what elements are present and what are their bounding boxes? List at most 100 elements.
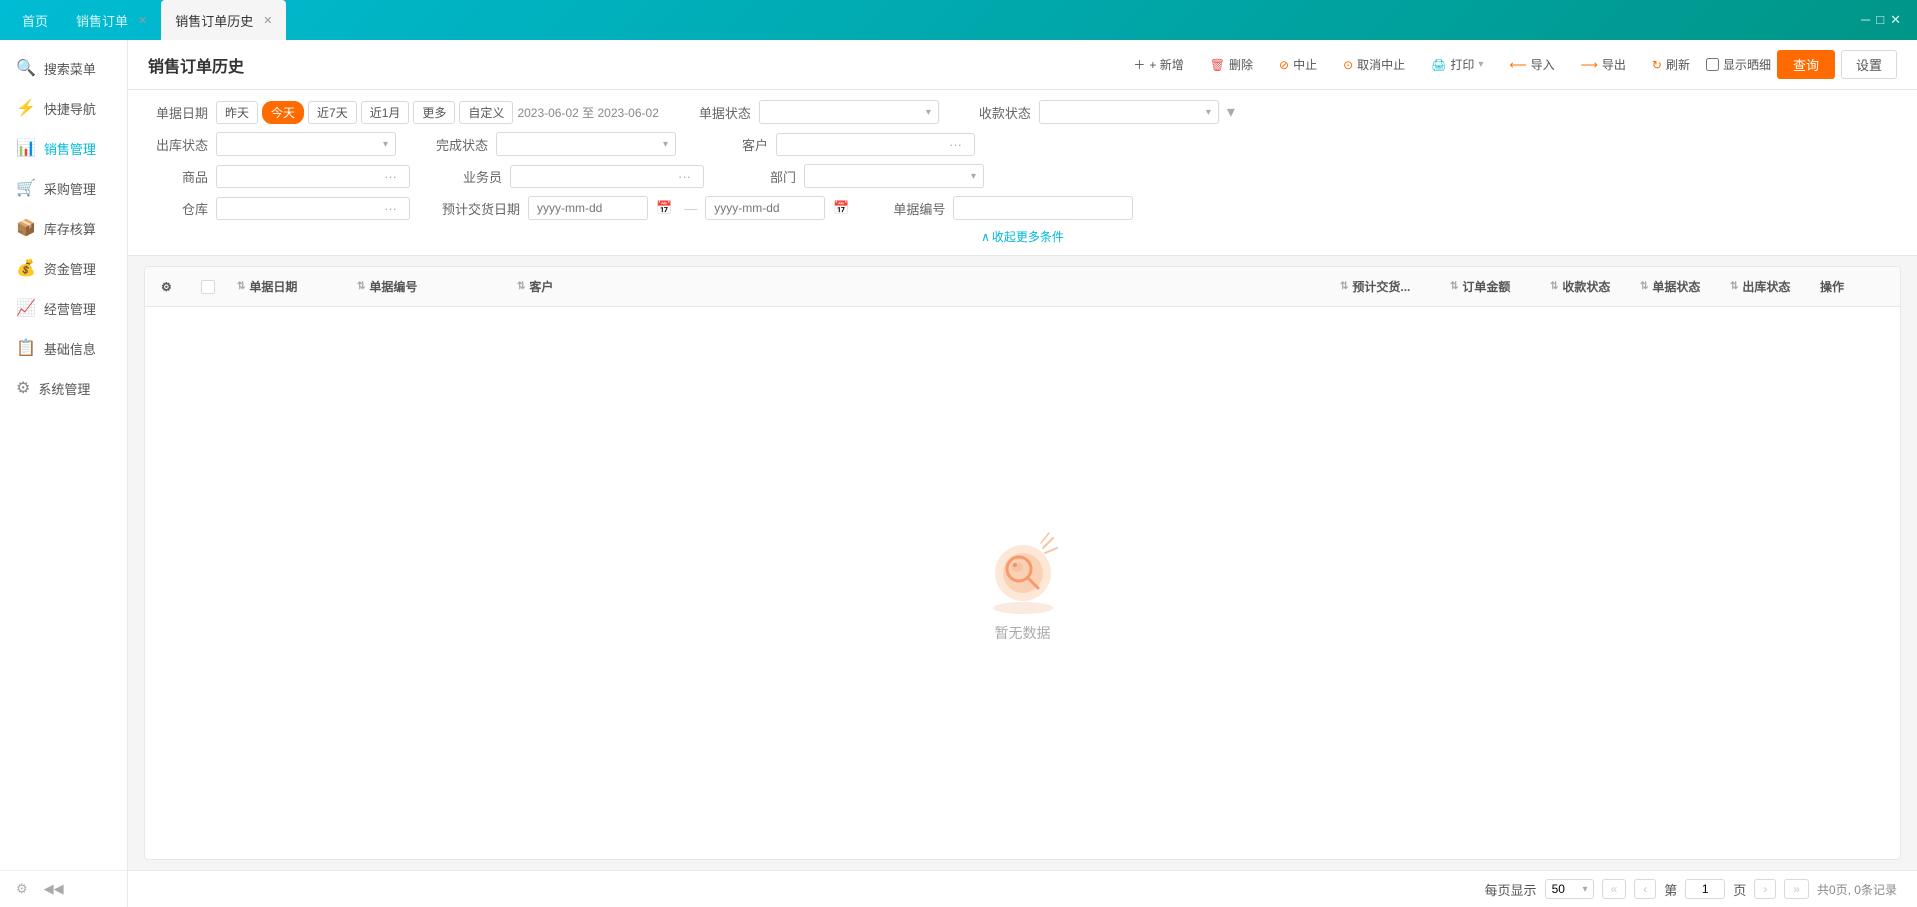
sidebar-item-sales-mgmt-label: 销售管理 — [44, 139, 96, 158]
tab-home[interactable]: 首页 — [8, 0, 62, 40]
goods-input[interactable] — [225, 169, 380, 183]
per-page-select[interactable]: 20 50 100 — [1545, 879, 1594, 899]
date-more-btn[interactable]: 更多 — [413, 101, 455, 124]
import-icon: ⟵ — [1509, 58, 1526, 72]
sales-mgmt-icon: 📊 — [16, 138, 36, 158]
delete-label: 删除 — [1229, 56, 1253, 73]
delivery-date-start[interactable] — [528, 196, 648, 220]
tab-sales-order-close[interactable]: ✕ — [138, 14, 147, 27]
sidebar-item-operations[interactable]: 📈 经营管理 — [0, 288, 127, 328]
salesperson-input[interactable] — [519, 169, 674, 183]
query-button[interactable]: 查询 — [1777, 50, 1835, 79]
sidebar-item-search-menu[interactable]: 🔍 搜索菜单 — [0, 48, 127, 88]
sidebar-item-finance[interactable]: 💰 资金管理 — [0, 248, 127, 288]
warehouse-label: 仓库 — [148, 199, 208, 218]
collapse-btn[interactable]: ∧ 收起更多条件 — [981, 228, 1064, 245]
tab-sales-order-history-close[interactable]: ✕ — [263, 14, 272, 27]
customer-input[interactable] — [785, 137, 945, 151]
th-customer[interactable]: ⇅ 客户 — [509, 278, 1332, 295]
th-outstatus[interactable]: ⇅ 出库状态 — [1722, 278, 1812, 295]
salesperson-ellipsis-btn[interactable]: ··· — [674, 169, 695, 184]
settings-icon[interactable]: ⚙ — [161, 280, 172, 294]
dept-select[interactable] — [804, 164, 984, 188]
complete-status-select[interactable] — [496, 132, 676, 156]
finance-icon: 💰 — [16, 258, 36, 278]
refresh-button[interactable]: ↻ 刷新 — [1642, 52, 1700, 77]
sidebar-item-search-menu-label: 搜索菜单 — [44, 59, 96, 78]
th-settings[interactable]: ⚙ — [153, 280, 193, 294]
start-calendar-icon[interactable]: 📅 — [652, 200, 676, 216]
stop-button[interactable]: ⊘ 中止 — [1269, 52, 1327, 77]
close-button[interactable]: ✕ — [1890, 12, 1901, 28]
sidebar-bottom: ⚙ ◀◀ — [0, 870, 127, 907]
out-status-select[interactable] — [216, 132, 396, 156]
header-checkbox[interactable] — [201, 280, 215, 294]
sidebar-item-inventory[interactable]: 📦 库存核算 — [0, 208, 127, 248]
prev-page-button[interactable]: ‹ — [1634, 879, 1656, 899]
empty-state: 暂无数据 — [145, 307, 1900, 859]
next-page-button[interactable]: › — [1754, 879, 1776, 899]
display-cols-label: 显示晒细 — [1723, 56, 1771, 73]
customer-ellipsis-btn[interactable]: ··· — [945, 137, 966, 152]
doc-no-input[interactable] — [953, 196, 1133, 220]
export-button[interactable]: ⟶ 导出 — [1571, 52, 1636, 77]
stop-label: 中止 — [1293, 56, 1317, 73]
date-custom-btn[interactable]: 自定义 — [459, 101, 513, 124]
doc-status-select[interactable] — [759, 100, 939, 124]
purchase-mgmt-icon: 🛒 — [16, 178, 36, 198]
sidebar-item-quick-nav-label: 快捷导航 — [44, 99, 96, 118]
delete-button[interactable]: 🗑 删除 — [1200, 52, 1263, 77]
th-docno[interactable]: ⇅ 单据编号 — [349, 278, 509, 295]
maximize-button[interactable]: □ — [1876, 12, 1884, 28]
th-delivery[interactable]: ⇅ 预计交货... — [1332, 278, 1442, 295]
minimize-button[interactable]: ─ — [1861, 12, 1870, 28]
setting-button[interactable]: 设置 — [1841, 50, 1897, 79]
date-yesterday-btn[interactable]: 昨天 — [216, 101, 258, 124]
date-1month-btn[interactable]: 近1月 — [361, 101, 410, 124]
delete-icon: 🗑 — [1210, 58, 1225, 72]
date-7days-btn[interactable]: 近7天 — [308, 101, 357, 124]
collapse-row: ∧ 收起更多条件 — [148, 228, 1897, 245]
display-cols-toggle[interactable]: 显示晒细 — [1706, 56, 1771, 73]
warehouse-input[interactable] — [225, 201, 380, 215]
print-button[interactable]: 🖨 打印 ▾ — [1421, 52, 1493, 77]
sidebar-item-system-label: 系统管理 — [38, 379, 90, 398]
complete-status-select-wrapper — [496, 132, 676, 156]
sidebar-collapse-icon[interactable]: ◀◀ — [44, 881, 64, 897]
new-button[interactable]: ＋ + 新增 — [1123, 52, 1193, 77]
th-amount[interactable]: ⇅ 订单金额 — [1442, 278, 1542, 295]
th-date-label: 单据日期 — [249, 278, 297, 295]
th-status[interactable]: ⇅ 单据状态 — [1632, 278, 1722, 295]
complete-status-label: 完成状态 — [428, 135, 488, 154]
payment-status-select[interactable] — [1039, 100, 1219, 124]
sidebar-item-base-info[interactable]: 📋 基础信息 — [0, 328, 127, 368]
sidebar-settings-icon[interactable]: ⚙ — [16, 881, 28, 897]
display-cols-checkbox[interactable] — [1706, 58, 1719, 71]
delivery-date-end[interactable] — [705, 196, 825, 220]
tab-sales-order[interactable]: 销售订单 ✕ — [62, 0, 161, 40]
date-tag: 昨天 今天 近7天 近1月 更多 自定义 2023-06-02 至 2023-0… — [216, 101, 659, 124]
th-date[interactable]: ⇅ 单据日期 — [229, 278, 349, 295]
import-button[interactable]: ⟵ 导入 — [1499, 52, 1564, 77]
page-number-input[interactable] — [1685, 879, 1725, 899]
th-payment[interactable]: ⇅ 收款状态 — [1542, 278, 1632, 295]
sidebar-item-sales-mgmt[interactable]: 📊 销售管理 — [0, 128, 127, 168]
sidebar-item-system[interactable]: ⚙ 系统管理 — [0, 368, 127, 408]
first-page-button[interactable]: « — [1602, 879, 1627, 899]
payment-status-label: 收款状态 — [971, 103, 1031, 122]
goods-ellipsis-btn[interactable]: ··· — [380, 169, 401, 184]
tab-sales-order-history[interactable]: 销售订单历史 ✕ — [161, 0, 286, 40]
print-dropdown-icon: ▾ — [1478, 59, 1483, 70]
warehouse-ellipsis-btn[interactable]: ··· — [380, 201, 401, 216]
sidebar-item-operations-label: 经营管理 — [44, 299, 96, 318]
sidebar-item-purchase-mgmt[interactable]: 🛒 采购管理 — [0, 168, 127, 208]
salesperson-label: 业务员 — [442, 167, 502, 186]
end-calendar-icon[interactable]: 📅 — [829, 200, 853, 216]
cancel-stop-button[interactable]: ⊙ 取消中止 — [1333, 52, 1415, 77]
total-text: 共0页, 0条记录 — [1817, 881, 1897, 898]
tab-sales-order-history-label: 销售订单历史 — [175, 11, 253, 30]
th-status-label: 单据状态 — [1652, 278, 1700, 295]
date-today-btn[interactable]: 今天 — [262, 101, 304, 124]
last-page-button[interactable]: » — [1784, 879, 1809, 899]
sidebar-item-quick-nav[interactable]: ⚡ 快捷导航 — [0, 88, 127, 128]
